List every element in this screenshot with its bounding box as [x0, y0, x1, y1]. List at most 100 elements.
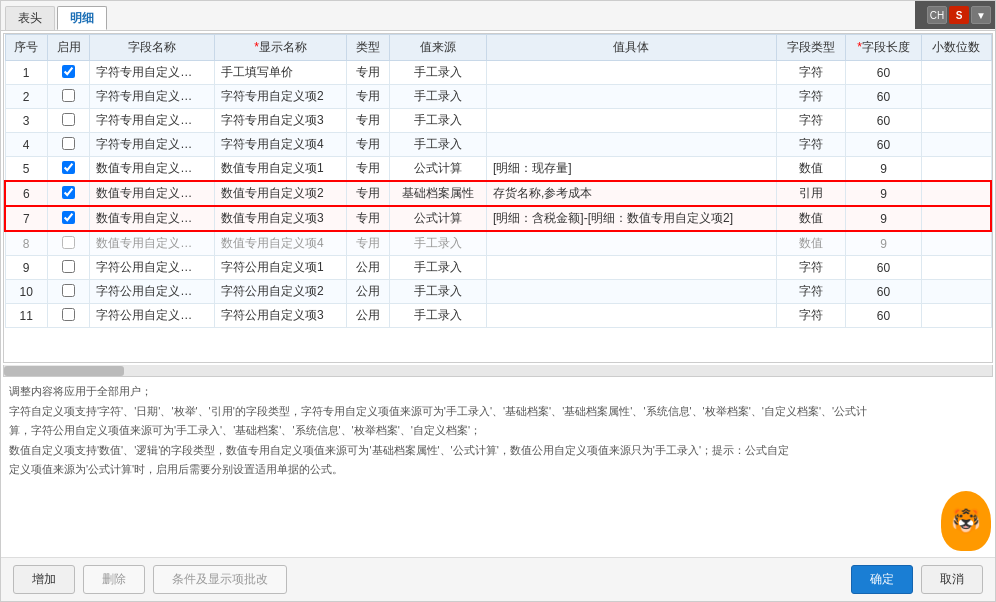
cell-field-type: 字符	[776, 85, 846, 109]
cell-value-source: 手工录入	[389, 109, 486, 133]
cell-seq: 6	[5, 181, 47, 206]
cell-value-detail: 存货名称,参考成本	[487, 181, 777, 206]
cell-enabled[interactable]	[47, 109, 89, 133]
cell-seq: 10	[5, 280, 47, 304]
note-line-2: 字符自定义项支持'字符'、'日期'、'枚举'、'引用'的字段类型，字符专用自定义…	[9, 403, 987, 421]
table-row[interactable]: 3字符专用自定义…字符专用自定义项3专用手工录入字符60	[5, 109, 991, 133]
cell-enabled[interactable]	[47, 157, 89, 182]
cell-decimal	[921, 181, 991, 206]
cell-enabled[interactable]	[47, 206, 89, 231]
table-row[interactable]: 9字符公用自定义…字符公用自定义项1公用手工录入字符60	[5, 256, 991, 280]
tab-header[interactable]: 表头	[5, 6, 55, 30]
table-row[interactable]: 7数值专用自定义…数值专用自定义项3专用公式计算[明细：含税金额]-[明细：数值…	[5, 206, 991, 231]
enabled-checkbox[interactable]	[62, 211, 75, 224]
tab-detail[interactable]: 明细	[57, 6, 107, 30]
cell-value-source: 手工录入	[389, 231, 486, 256]
cell-field-name: 字符公用自定义…	[90, 256, 215, 280]
enabled-checkbox[interactable]	[62, 89, 75, 102]
cell-value-source: 手工录入	[389, 133, 486, 157]
cell-decimal	[921, 61, 991, 85]
cell-value-source: 手工录入	[389, 280, 486, 304]
cell-value-detail	[487, 280, 777, 304]
enabled-checkbox[interactable]	[62, 308, 75, 321]
table-row[interactable]: 2字符专用自定义…字符专用自定义项2专用手工录入字符60	[5, 85, 991, 109]
cell-display-name: 数值专用自定义项4	[214, 231, 346, 256]
cell-enabled[interactable]	[47, 133, 89, 157]
cancel-button[interactable]: 取消	[921, 565, 983, 594]
cell-field-length: 9	[846, 157, 921, 182]
cell-value-source: 公式计算	[389, 206, 486, 231]
table-row[interactable]: 11字符公用自定义…字符公用自定义项3公用手工录入字符60	[5, 304, 991, 328]
cell-seq: 4	[5, 133, 47, 157]
cell-field-name: 字符专用自定义…	[90, 61, 215, 85]
cell-type: 专用	[347, 133, 389, 157]
enabled-checkbox[interactable]	[62, 260, 75, 273]
cell-value-detail	[487, 85, 777, 109]
table-header-row: 序号 启用 字段名称 *显示名称 类型 值来源 值具体 字段类型 *字段长度 小…	[5, 35, 991, 61]
cell-value-detail	[487, 133, 777, 157]
table-row[interactable]: 4字符专用自定义…字符专用自定义项4专用手工录入字符60	[5, 133, 991, 157]
cell-enabled[interactable]	[47, 85, 89, 109]
th-field-name: 字段名称	[90, 35, 215, 61]
h-scroll-thumb	[4, 366, 124, 376]
arrow-button[interactable]: ▼	[971, 6, 991, 24]
cell-enabled[interactable]	[47, 231, 89, 256]
cell-field-type: 字符	[776, 256, 846, 280]
bottom-bar: 增加 删除 条件及显示项批改 确定 取消	[1, 557, 995, 601]
enabled-checkbox[interactable]	[62, 113, 75, 126]
ch-label: CH	[930, 10, 944, 21]
cell-field-name: 数值专用自定义…	[90, 206, 215, 231]
cell-seq: 5	[5, 157, 47, 182]
note-line-3: 算，字符公用自定义项值来源可为'手工录入'、'基础档案'、'系统信息'、'枚举档…	[9, 422, 987, 440]
cell-enabled[interactable]	[47, 256, 89, 280]
confirm-button[interactable]: 确定	[851, 565, 913, 594]
cell-type: 专用	[347, 85, 389, 109]
table-row[interactable]: 1字符专用自定义…手工填写单价专用手工录入字符60	[5, 61, 991, 85]
cell-enabled[interactable]	[47, 280, 89, 304]
table-wrapper[interactable]: 序号 启用 字段名称 *显示名称 类型 值来源 值具体 字段类型 *字段长度 小…	[3, 33, 993, 363]
cell-value-source: 公式计算	[389, 157, 486, 182]
enabled-checkbox[interactable]	[62, 65, 75, 78]
cell-seq: 9	[5, 256, 47, 280]
cell-field-length: 60	[846, 109, 921, 133]
ch-button[interactable]: CH	[927, 6, 947, 24]
cell-enabled[interactable]	[47, 61, 89, 85]
cell-field-type: 字符	[776, 109, 846, 133]
cell-display-name: 字符公用自定义项2	[214, 280, 346, 304]
s-label: S	[956, 10, 963, 21]
cell-display-name: 数值专用自定义项2	[214, 181, 346, 206]
cell-value-detail	[487, 304, 777, 328]
table-row[interactable]: 5数值专用自定义…数值专用自定义项1专用公式计算[明细：现存量]数值9	[5, 157, 991, 182]
cell-field-type: 字符	[776, 133, 846, 157]
th-value-detail: 值具体	[487, 35, 777, 61]
cell-enabled[interactable]	[47, 304, 89, 328]
cell-field-length: 60	[846, 304, 921, 328]
cell-type: 专用	[347, 61, 389, 85]
cell-field-length: 9	[846, 231, 921, 256]
top-bar: CH S ▼	[915, 1, 995, 29]
tab-detail-label: 明细	[70, 10, 94, 27]
th-type: 类型	[347, 35, 389, 61]
conditions-button[interactable]: 条件及显示项批改	[153, 565, 287, 594]
cell-type: 公用	[347, 256, 389, 280]
cell-type: 公用	[347, 304, 389, 328]
delete-button[interactable]: 删除	[83, 565, 145, 594]
table-row[interactable]: 6数值专用自定义…数值专用自定义项2专用基础档案属性存货名称,参考成本引用9	[5, 181, 991, 206]
cell-enabled[interactable]	[47, 181, 89, 206]
add-button[interactable]: 增加	[13, 565, 75, 594]
table-row[interactable]: 8数值专用自定义…数值专用自定义项4专用手工录入数值9	[5, 231, 991, 256]
cell-value-source: 手工录入	[389, 85, 486, 109]
horizontal-scrollbar[interactable]	[3, 365, 993, 377]
table-row[interactable]: 10字符公用自定义…字符公用自定义项2公用手工录入字符60	[5, 280, 991, 304]
enabled-checkbox[interactable]	[62, 161, 75, 174]
cell-display-name: 字符专用自定义项2	[214, 85, 346, 109]
cell-value-detail	[487, 231, 777, 256]
enabled-checkbox[interactable]	[62, 137, 75, 150]
cell-display-name: 手工填写单价	[214, 61, 346, 85]
cell-field-name: 字符专用自定义…	[90, 133, 215, 157]
cell-decimal	[921, 231, 991, 256]
enabled-checkbox[interactable]	[62, 284, 75, 297]
enabled-checkbox[interactable]	[62, 186, 75, 199]
enabled-checkbox[interactable]	[62, 236, 75, 249]
cell-field-length: 9	[846, 206, 921, 231]
